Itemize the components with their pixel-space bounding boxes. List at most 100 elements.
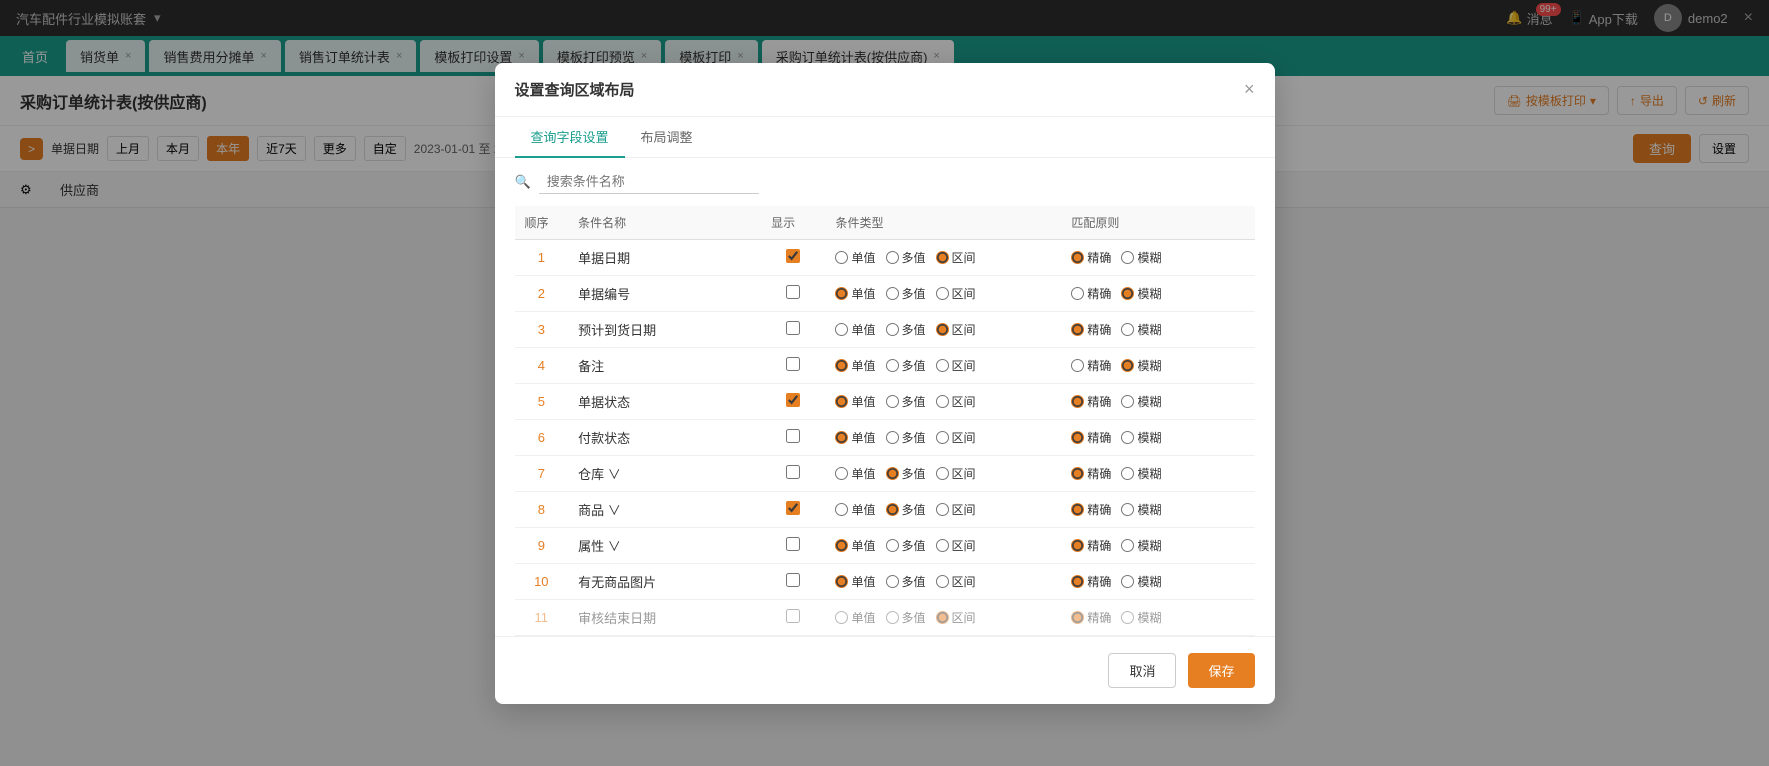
radio-type-range[interactable]: 区间 (936, 537, 976, 554)
radio-type-multi[interactable]: 多值 (886, 465, 926, 482)
radio-type-multi[interactable]: 多值 (886, 285, 926, 302)
cell-match[interactable]: 精确模糊 (1061, 275, 1254, 311)
radio-input-type-range[interactable] (936, 359, 949, 372)
radio-match-fuzzy[interactable]: 模糊 (1121, 429, 1161, 446)
radio-input-type-multi[interactable] (886, 575, 899, 588)
radio-input-type-single[interactable] (835, 323, 848, 336)
radio-type-multi[interactable]: 多值 (886, 429, 926, 446)
radio-type-multi[interactable]: 多值 (886, 321, 926, 338)
cell-type[interactable]: 单值多值区间 (825, 239, 1061, 275)
radio-input-match-fuzzy[interactable] (1121, 395, 1134, 408)
tab-layout-adjust[interactable]: 布局调整 (625, 117, 709, 158)
save-button[interactable]: 保存 (1188, 653, 1254, 688)
radio-input-type-range[interactable] (936, 287, 949, 300)
modal-close-button[interactable]: × (1244, 80, 1255, 98)
show-checkbox[interactable] (786, 393, 800, 407)
show-checkbox[interactable] (786, 501, 800, 515)
radio-input-type-multi[interactable] (886, 503, 899, 516)
radio-type-single[interactable]: 单值 (835, 285, 875, 302)
show-checkbox[interactable] (786, 573, 800, 587)
radio-type-multi[interactable]: 多值 (886, 501, 926, 518)
cell-show[interactable] (761, 563, 825, 599)
radio-input-type-single[interactable] (835, 503, 848, 516)
search-input[interactable] (539, 170, 759, 194)
radio-type-single[interactable]: 单值 (835, 393, 875, 410)
radio-match-exact[interactable]: 精确 (1071, 609, 1111, 626)
cell-show[interactable] (761, 275, 825, 311)
cell-type[interactable]: 单值多值区间 (825, 347, 1061, 383)
radio-input-type-single[interactable] (835, 575, 848, 588)
radio-match-exact[interactable]: 精确 (1071, 285, 1111, 302)
cell-match[interactable]: 精确模糊 (1061, 419, 1254, 455)
radio-type-single[interactable]: 单值 (835, 537, 875, 554)
radio-match-exact[interactable]: 精确 (1071, 429, 1111, 446)
radio-input-match-fuzzy[interactable] (1121, 611, 1134, 624)
cell-match[interactable]: 精确模糊 (1061, 599, 1254, 635)
show-checkbox[interactable] (786, 357, 800, 371)
radio-input-match-fuzzy[interactable] (1121, 575, 1134, 588)
cell-show[interactable] (761, 527, 825, 563)
radio-type-single[interactable]: 单值 (835, 609, 875, 626)
cell-type[interactable]: 单值多值区间 (825, 563, 1061, 599)
radio-match-exact[interactable]: 精确 (1071, 357, 1111, 374)
radio-match-exact[interactable]: 精确 (1071, 573, 1111, 590)
radio-type-range[interactable]: 区间 (936, 429, 976, 446)
radio-input-match-exact[interactable] (1071, 611, 1084, 624)
cancel-button[interactable]: 取消 (1108, 653, 1176, 688)
radio-input-match-fuzzy[interactable] (1121, 359, 1134, 372)
radio-type-multi[interactable]: 多值 (886, 357, 926, 374)
cell-match[interactable]: 精确模糊 (1061, 563, 1254, 599)
show-checkbox[interactable] (786, 321, 800, 335)
radio-input-type-multi[interactable] (886, 467, 899, 480)
cell-match[interactable]: 精确模糊 (1061, 347, 1254, 383)
cell-show[interactable] (761, 491, 825, 527)
radio-type-multi[interactable]: 多值 (886, 393, 926, 410)
cell-type[interactable]: 单值多值区间 (825, 455, 1061, 491)
radio-type-single[interactable]: 单值 (835, 429, 875, 446)
radio-input-type-single[interactable] (835, 467, 848, 480)
show-checkbox[interactable] (786, 537, 800, 551)
radio-input-type-range[interactable] (936, 467, 949, 480)
show-checkbox[interactable] (786, 609, 800, 623)
radio-type-range[interactable]: 区间 (936, 321, 976, 338)
radio-input-match-exact[interactable] (1071, 539, 1084, 552)
radio-input-match-fuzzy[interactable] (1121, 251, 1134, 264)
radio-input-type-range[interactable] (936, 575, 949, 588)
radio-input-type-single[interactable] (835, 287, 848, 300)
radio-input-type-range[interactable] (936, 323, 949, 336)
radio-match-fuzzy[interactable]: 模糊 (1121, 321, 1161, 338)
radio-input-type-single[interactable] (835, 251, 848, 264)
cell-show[interactable] (761, 455, 825, 491)
radio-type-range[interactable]: 区间 (936, 357, 976, 374)
cell-show[interactable] (761, 347, 825, 383)
radio-input-match-fuzzy[interactable] (1121, 467, 1134, 480)
radio-input-type-single[interactable] (835, 539, 848, 552)
radio-input-type-range[interactable] (936, 503, 949, 516)
radio-input-match-exact[interactable] (1071, 323, 1084, 336)
cell-type[interactable]: 单值多值区间 (825, 419, 1061, 455)
radio-type-single[interactable]: 单值 (835, 501, 875, 518)
radio-input-match-exact[interactable] (1071, 359, 1084, 372)
radio-input-match-fuzzy[interactable] (1121, 323, 1134, 336)
radio-input-type-single[interactable] (835, 611, 848, 624)
radio-type-range[interactable]: 区间 (936, 393, 976, 410)
radio-input-match-exact[interactable] (1071, 287, 1084, 300)
radio-type-single[interactable]: 单值 (835, 465, 875, 482)
radio-type-multi[interactable]: 多值 (886, 537, 926, 554)
cell-type[interactable]: 单值多值区间 (825, 275, 1061, 311)
radio-match-fuzzy[interactable]: 模糊 (1121, 609, 1161, 626)
radio-input-match-exact[interactable] (1071, 395, 1084, 408)
cell-show[interactable] (761, 239, 825, 275)
radio-match-fuzzy[interactable]: 模糊 (1121, 357, 1161, 374)
radio-input-match-exact[interactable] (1071, 503, 1084, 516)
radio-input-type-range[interactable] (936, 611, 949, 624)
radio-type-range[interactable]: 区间 (936, 285, 976, 302)
radio-match-exact[interactable]: 精确 (1071, 249, 1111, 266)
cell-match[interactable]: 精确模糊 (1061, 239, 1254, 275)
radio-input-match-exact[interactable] (1071, 467, 1084, 480)
radio-input-type-multi[interactable] (886, 611, 899, 624)
radio-match-exact[interactable]: 精确 (1071, 501, 1111, 518)
radio-type-range[interactable]: 区间 (936, 609, 976, 626)
radio-input-match-fuzzy[interactable] (1121, 503, 1134, 516)
show-checkbox[interactable] (786, 285, 800, 299)
